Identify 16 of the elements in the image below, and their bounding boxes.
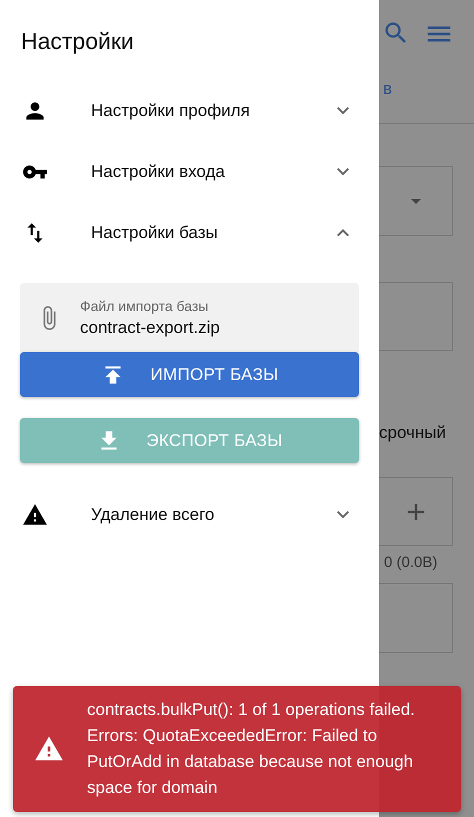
settings-section-header[interactable]: Настройки базы: [0, 202, 379, 263]
settings-section-header[interactable]: Настройки профиля: [0, 80, 379, 141]
option-label: срочный: [379, 423, 447, 443]
dropdown-arrow-icon: [410, 198, 420, 204]
error-message: contracts.bulkPut(): 1 of 1 operations failed. Errors: QuotaExceededError: Failed to PutOrAdd in database because not enough space for domain: [87, 699, 416, 799]
settings-section-header[interactable]: Настройки входа: [0, 141, 379, 202]
text-field[interactable]: [379, 583, 453, 653]
import-button[interactable]: ИМПОРТ БАЗЫ: [20, 352, 359, 397]
text-field[interactable]: [379, 282, 453, 351]
file-field[interactable]: Файл импорта базы contract-export.zip: [20, 283, 359, 352]
dropdown-field[interactable]: [379, 166, 453, 236]
add-file-box[interactable]: [379, 477, 453, 546]
drawer-title: Настройки: [20, 27, 134, 56]
settings-section-header[interactable]: Удаление всего: [0, 484, 379, 545]
warning-icon: [22, 502, 48, 528]
size-label: 0 (0.0B): [383, 554, 438, 571]
